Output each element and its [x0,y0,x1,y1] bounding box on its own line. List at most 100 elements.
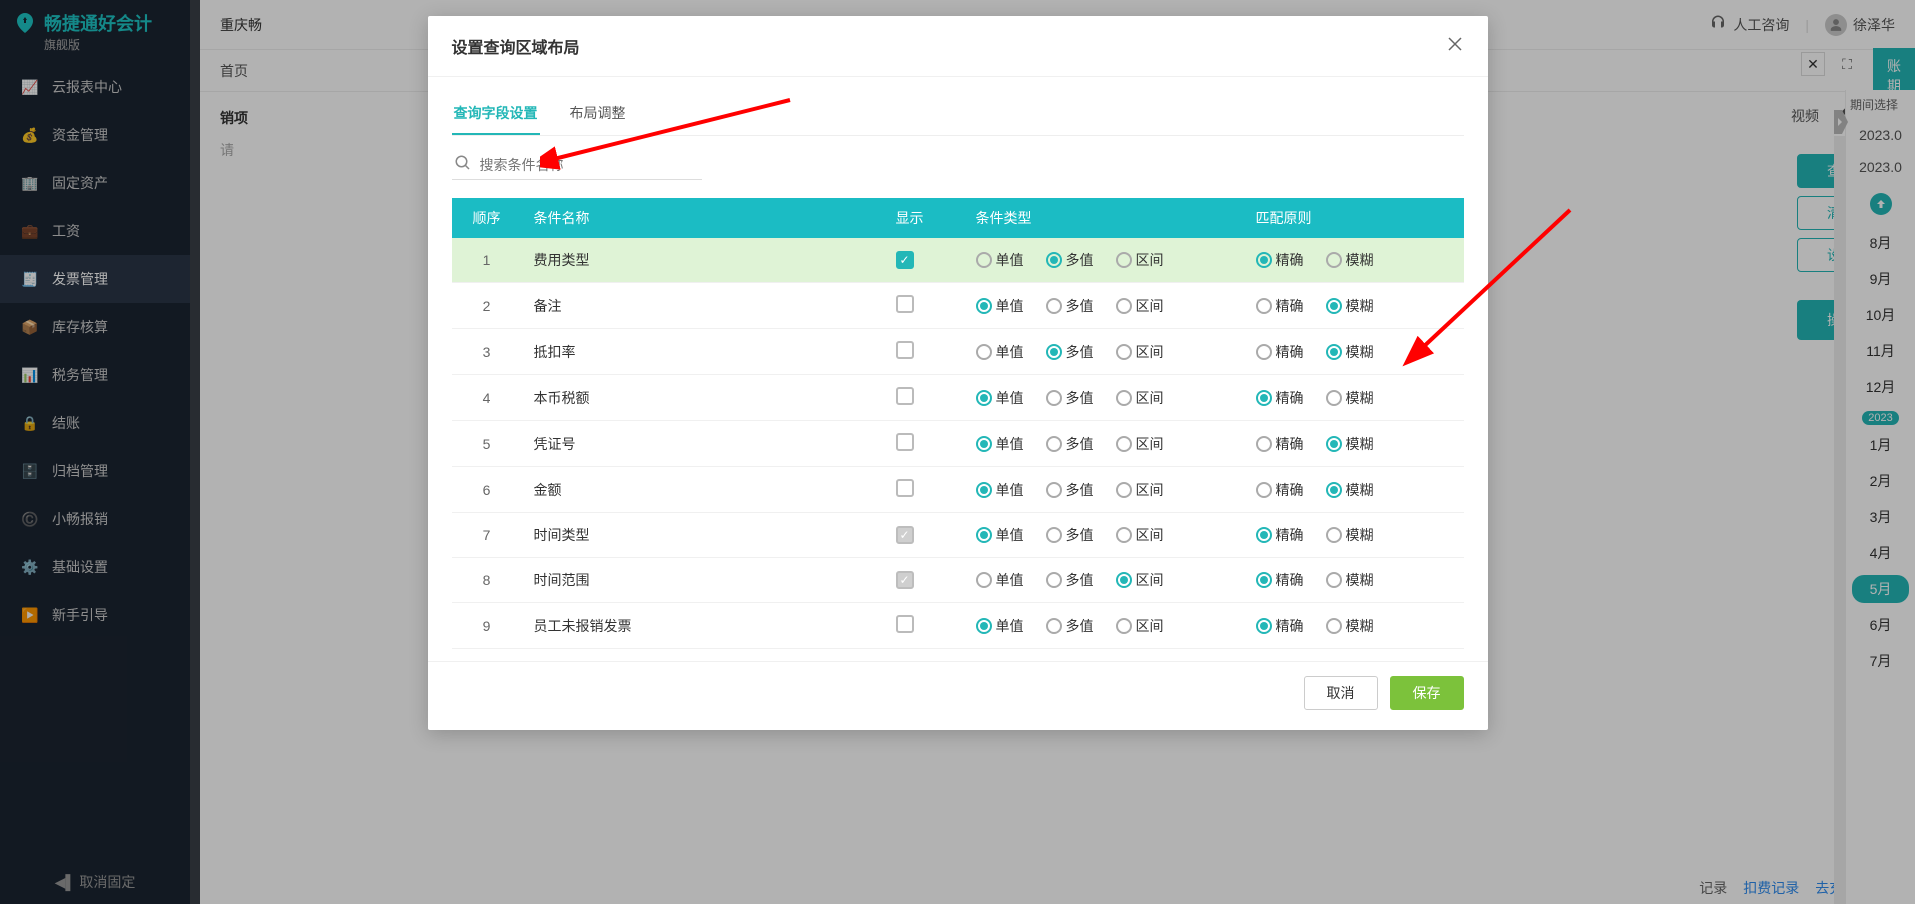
radio-fuzzy[interactable]: 模糊 [1326,616,1374,636]
radio-exact[interactable]: 精确 [1256,250,1304,270]
col-display: 显示 [884,198,964,238]
radio-single[interactable]: 单值 [976,434,1024,454]
match-group: 精确 模糊 [1256,296,1452,316]
radio-fuzzy[interactable]: 模糊 [1326,296,1374,316]
type-group: 单值 多值 区间 [976,342,1232,362]
radio-exact[interactable]: 精确 [1256,525,1304,545]
search-icon [454,154,472,175]
radio-range[interactable]: 区间 [1116,250,1164,270]
radio-multi[interactable]: 多值 [1046,296,1094,316]
match-group: 精确 模糊 [1256,480,1452,500]
radio-fuzzy[interactable]: 模糊 [1326,570,1374,590]
radio-multi[interactable]: 多值 [1046,616,1094,636]
row-name: 员工未报销发票 [522,603,884,649]
radio-single[interactable]: 单值 [976,388,1024,408]
radio-fuzzy[interactable]: 模糊 [1326,434,1374,454]
modal-close-button[interactable] [1446,35,1464,58]
radio-exact[interactable]: 精确 [1256,342,1304,362]
modal-title: 设置查询区域布局 [452,34,1446,58]
match-group: 精确 模糊 [1256,250,1452,270]
radio-range[interactable]: 区间 [1116,570,1164,590]
radio-multi[interactable]: 多值 [1046,434,1094,454]
condition-row[interactable]: 5凭证号单值多值区间精确模糊 [452,421,1464,467]
radio-range[interactable]: 区间 [1116,616,1164,636]
radio-exact[interactable]: 精确 [1256,570,1304,590]
modal-tab-fields[interactable]: 查询字段设置 [452,95,540,135]
type-group: 单值 多值 区间 [976,570,1232,590]
radio-range[interactable]: 区间 [1116,480,1164,500]
col-match: 匹配原则 [1244,198,1464,238]
radio-single[interactable]: 单值 [976,342,1024,362]
row-index: 6 [452,467,522,513]
row-name: 本币税额 [522,375,884,421]
radio-exact[interactable]: 精确 [1256,480,1304,500]
condition-row[interactable]: 8时间范围 单值 多值 区间 精确 模糊 [452,558,1464,603]
modal-tab-layout[interactable]: 布局调整 [568,95,628,135]
type-group: 单值 多值 区间 [976,480,1232,500]
radio-multi[interactable]: 多值 [1046,250,1094,270]
type-group: 单值 多值 区间 [976,388,1232,408]
row-name: 时间范围 [522,558,884,603]
type-group: 单值 多值 区间 [976,616,1232,636]
radio-fuzzy[interactable]: 模糊 [1326,388,1374,408]
radio-multi[interactable]: 多值 [1046,570,1094,590]
radio-fuzzy[interactable]: 模糊 [1326,250,1374,270]
type-group: 单值 多值 区间 [976,296,1232,316]
display-checkbox[interactable] [896,341,914,359]
condition-row[interactable]: 7时间类型单值多值区间精确模糊 [452,513,1464,558]
match-group: 精确 模糊 [1256,570,1452,590]
radio-exact[interactable]: 精确 [1256,388,1304,408]
display-checkbox[interactable] [896,479,914,497]
row-name: 金额 [522,467,884,513]
radio-single[interactable]: 单值 [976,525,1024,545]
modal-cancel-button[interactable]: 取消 [1304,676,1378,710]
radio-exact[interactable]: 精确 [1256,616,1304,636]
col-order: 顺序 [452,198,522,238]
radio-exact[interactable]: 精确 [1256,434,1304,454]
radio-single[interactable]: 单值 [976,616,1024,636]
display-checkbox[interactable] [896,615,914,633]
radio-range[interactable]: 区间 [1116,342,1164,362]
type-group: 单值 多值 区间 [976,525,1232,545]
type-group: 单值 多值 区间 [976,250,1232,270]
col-type: 条件类型 [964,198,1244,238]
condition-row[interactable]: 4本币税额单值多值区间精确模糊 [452,375,1464,421]
radio-single[interactable]: 单值 [976,250,1024,270]
condition-row[interactable]: 9员工未报销发票 单值 多值 区间 精确 模糊 [452,603,1464,649]
display-checkbox[interactable] [896,387,914,405]
radio-exact[interactable]: 精确 [1256,296,1304,316]
radio-single[interactable]: 单值 [976,570,1024,590]
radio-range[interactable]: 区间 [1116,296,1164,316]
condition-row[interactable]: 3抵扣率单值多值区间精确模糊 [452,329,1464,375]
radio-fuzzy[interactable]: 模糊 [1326,342,1374,362]
row-index: 7 [452,513,522,558]
radio-single[interactable]: 单值 [976,296,1024,316]
radio-fuzzy[interactable]: 模糊 [1326,480,1374,500]
match-group: 精确 模糊 [1256,434,1452,454]
type-group: 单值 多值 区间 [976,434,1232,454]
radio-multi[interactable]: 多值 [1046,480,1094,500]
settings-modal: 设置查询区域布局 查询字段设置 布局调整 顺序 条件名称 [428,16,1488,730]
condition-row[interactable]: 1费用类型单值多值区间精确模糊 [452,238,1464,283]
condition-row[interactable]: 6金额 单值 多值 区间 精确 模糊 [452,467,1464,513]
display-checkbox[interactable] [896,251,914,269]
match-group: 精确 模糊 [1256,388,1452,408]
display-checkbox[interactable] [896,433,914,451]
radio-range[interactable]: 区间 [1116,525,1164,545]
row-index: 3 [452,329,522,375]
radio-range[interactable]: 区间 [1116,434,1164,454]
radio-range[interactable]: 区间 [1116,388,1164,408]
match-group: 精确 模糊 [1256,525,1452,545]
condition-row[interactable]: 2备注单值多值区间精确模糊 [452,283,1464,329]
radio-multi[interactable]: 多值 [1046,525,1094,545]
modal-search-input[interactable] [480,157,700,173]
radio-multi[interactable]: 多值 [1046,388,1094,408]
modal-search-box[interactable] [452,150,702,180]
row-index: 9 [452,603,522,649]
radio-multi[interactable]: 多值 [1046,342,1094,362]
modal-save-button[interactable]: 保存 [1390,676,1464,710]
radio-single[interactable]: 单值 [976,480,1024,500]
display-checkbox[interactable] [896,295,914,313]
radio-fuzzy[interactable]: 模糊 [1326,525,1374,545]
row-index: 8 [452,558,522,603]
